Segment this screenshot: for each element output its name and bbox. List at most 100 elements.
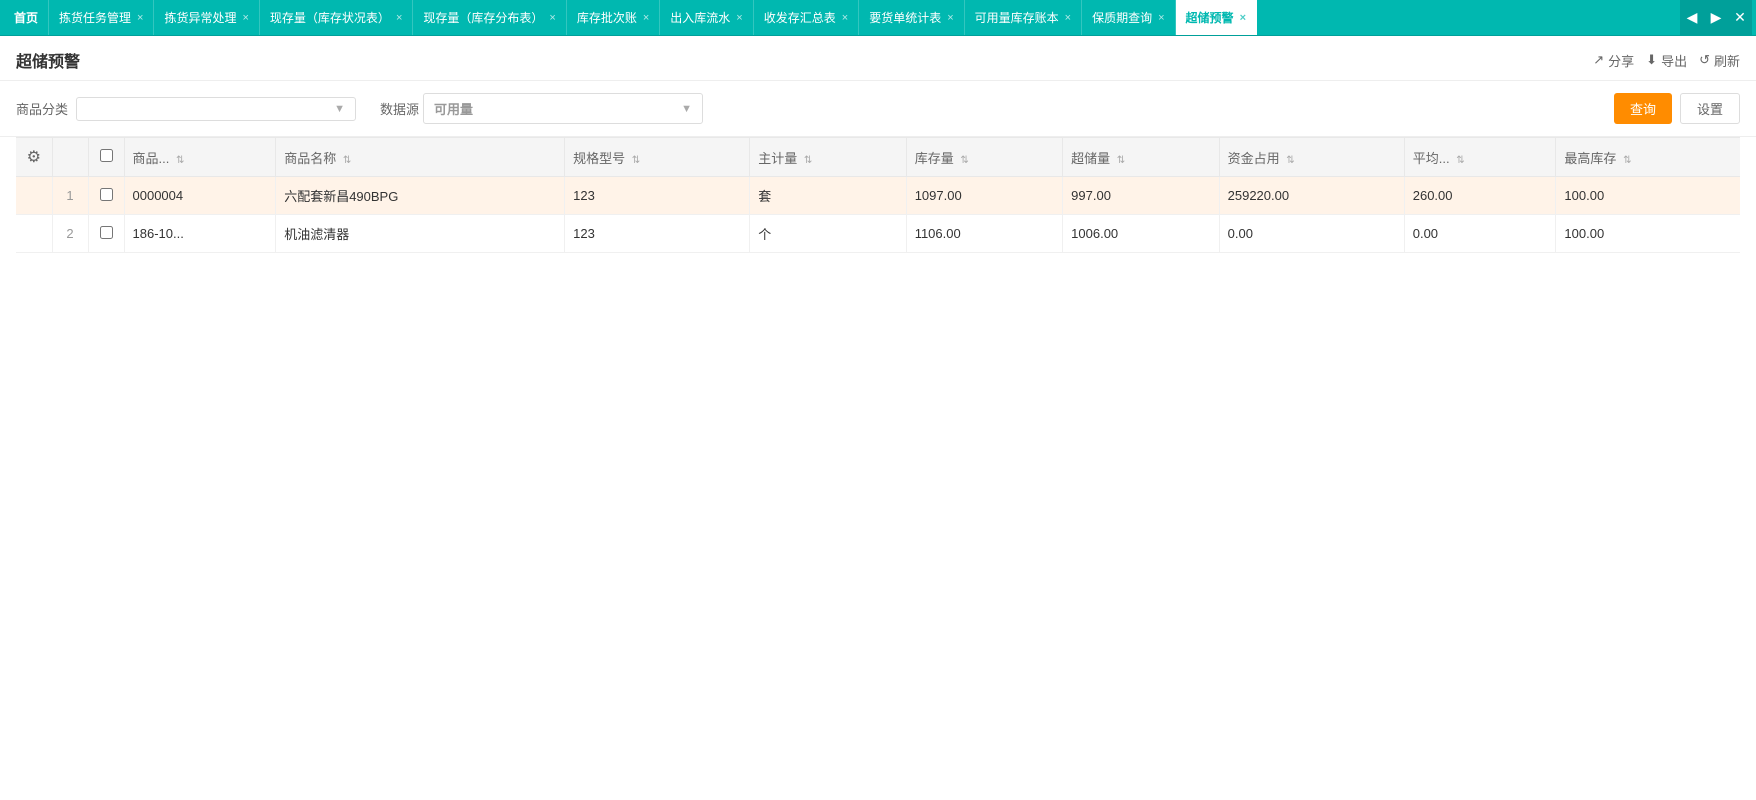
datasource-label: 数据源 xyxy=(380,99,419,118)
nav-tab-order-stat-close[interactable]: × xyxy=(947,12,953,24)
nav-tab-avail-account-close[interactable]: × xyxy=(1065,12,1071,24)
refresh-button[interactable]: ↺ 刷新 xyxy=(1699,51,1740,70)
nav-tab-inout-label: 出入库流水 xyxy=(670,9,730,26)
overstock-table: ⚙ 商品... ⇅ 商品名称 ⇅ 规格型号 xyxy=(16,137,1740,253)
td-avg: 260.00 xyxy=(1404,177,1556,215)
refresh-icon: ↺ xyxy=(1699,52,1710,68)
td-avg: 0.00 xyxy=(1404,215,1556,253)
nav-tab-task-label: 拣货任务管理 xyxy=(59,9,131,26)
export-label: 导出 xyxy=(1661,51,1687,70)
th-spec-sort-icon[interactable]: ⇅ xyxy=(632,155,640,166)
th-sku-code: 商品... ⇅ xyxy=(124,138,276,177)
nav-tab-home-label: 首页 xyxy=(14,9,38,26)
nav-tab-quality[interactable]: 保质期查询 × xyxy=(1082,0,1175,36)
nav-tab-inventory-dist-label: 现存量（库存分布表） xyxy=(423,9,543,26)
th-avg-sort-icon[interactable]: ⇅ xyxy=(1456,155,1464,166)
td-sku-code: 0000004 xyxy=(124,177,276,215)
nav-close-all-button[interactable]: ✕ xyxy=(1728,0,1752,36)
table-header-row: ⚙ 商品... ⇅ 商品名称 ⇅ 规格型号 xyxy=(16,138,1740,177)
query-button[interactable]: 查询 xyxy=(1614,93,1672,124)
nav-tab-abnormal-label: 拣货异常处理 xyxy=(164,9,236,26)
td-rownum: 2 xyxy=(52,215,88,253)
th-avg-label: 平均... xyxy=(1413,151,1450,166)
table-row: 1 0000004 六配套新昌490BPG 123 套 1097.00 997.… xyxy=(16,177,1740,215)
nav-tab-inventory-status[interactable]: 现存量（库存状况表） × xyxy=(260,0,413,36)
table-body: 1 0000004 六配套新昌490BPG 123 套 1097.00 997.… xyxy=(16,177,1740,253)
datasource-select-arrow-icon: ▼ xyxy=(681,103,692,115)
nav-next-button[interactable]: ▶ xyxy=(1704,0,1728,36)
th-sku-code-label: 商品... xyxy=(133,151,170,166)
nav-tab-collect-close[interactable]: × xyxy=(842,12,848,24)
nav-tab-overstock[interactable]: 超储预警 × xyxy=(1176,0,1257,36)
settings-button[interactable]: 设置 xyxy=(1680,93,1740,124)
category-filter-label: 商品分类 xyxy=(16,99,68,118)
td-capital: 0.00 xyxy=(1219,215,1404,253)
datasource-select[interactable]: 可用量 ▼ xyxy=(423,93,703,124)
category-select-arrow-icon: ▼ xyxy=(334,103,345,115)
th-unit-sort-icon[interactable]: ⇅ xyxy=(804,155,812,166)
td-sku-code: 186-10... xyxy=(124,215,276,253)
nav-tab-abnormal[interactable]: 拣货异常处理 × xyxy=(154,0,259,36)
th-max-stock-label: 最高库存 xyxy=(1564,151,1616,166)
nav-tab-home[interactable]: 首页 xyxy=(4,0,49,36)
td-check xyxy=(88,177,124,215)
row-checkbox-1[interactable] xyxy=(100,188,113,201)
td-max-stock: 100.00 xyxy=(1556,177,1740,215)
top-navigation: 首页 拣货任务管理 × 拣货异常处理 × 现存量（库存状况表） × 现存量（库存… xyxy=(0,0,1756,36)
nav-tab-inventory-status-close[interactable]: × xyxy=(396,12,402,24)
td-max-stock: 100.00 xyxy=(1556,215,1740,253)
page-header: 超储预警 ↗ 分享 ⬇ 导出 ↺ 刷新 xyxy=(0,36,1756,81)
page-content: 超储预警 ↗ 分享 ⬇ 导出 ↺ 刷新 商品分类 ▼ 数据源 xyxy=(0,36,1756,800)
nav-tab-quality-close[interactable]: × xyxy=(1158,12,1164,24)
nav-tab-inout-close[interactable]: × xyxy=(736,12,742,24)
page-title: 超储预警 xyxy=(16,48,80,72)
refresh-label: 刷新 xyxy=(1714,51,1740,70)
th-overstock-sort-icon[interactable]: ⇅ xyxy=(1117,155,1125,166)
export-icon: ⬇ xyxy=(1646,52,1657,68)
th-sku-code-sort-icon[interactable]: ⇅ xyxy=(176,155,184,166)
th-max-stock: 最高库存 ⇅ xyxy=(1556,138,1740,177)
nav-tab-task[interactable]: 拣货任务管理 × xyxy=(49,0,154,36)
nav-tab-batch-label: 库存批次账 xyxy=(577,9,637,26)
th-stock-label: 库存量 xyxy=(915,151,954,166)
th-unit: 主计量 ⇅ xyxy=(750,138,906,177)
th-capital-sort-icon[interactable]: ⇅ xyxy=(1286,155,1294,166)
td-gear xyxy=(16,215,52,253)
table-row: 2 186-10... 机油滤清器 123 个 1106.00 1006.00 … xyxy=(16,215,1740,253)
td-overstock: 1006.00 xyxy=(1063,215,1219,253)
category-select[interactable]: ▼ xyxy=(76,97,356,121)
select-all-checkbox[interactable] xyxy=(100,149,113,162)
export-button[interactable]: ⬇ 导出 xyxy=(1646,51,1687,70)
th-capital-label: 资金占用 xyxy=(1228,151,1280,166)
nav-tab-task-close[interactable]: × xyxy=(137,12,143,24)
column-settings-button[interactable]: ⚙ xyxy=(27,147,41,167)
th-spec-label: 规格型号 xyxy=(573,151,625,166)
td-check xyxy=(88,215,124,253)
th-spec: 规格型号 ⇅ xyxy=(565,138,750,177)
th-stock-sort-icon[interactable]: ⇅ xyxy=(960,155,968,166)
nav-tab-inout[interactable]: 出入库流水 × xyxy=(660,0,753,36)
td-capital: 259220.00 xyxy=(1219,177,1404,215)
th-sku-name-sort-icon[interactable]: ⇅ xyxy=(343,155,351,166)
nav-tab-batch-close[interactable]: × xyxy=(643,12,649,24)
share-label: 分享 xyxy=(1608,51,1634,70)
nav-tab-overstock-close[interactable]: × xyxy=(1240,12,1246,24)
datasource-filter-item: 数据源 可用量 ▼ xyxy=(380,93,703,124)
nav-tab-inventory-dist[interactable]: 现存量（库存分布表） × xyxy=(413,0,566,36)
th-avg: 平均... ⇅ xyxy=(1404,138,1556,177)
nav-tab-inventory-dist-close[interactable]: × xyxy=(549,12,555,24)
th-overstock: 超储量 ⇅ xyxy=(1063,138,1219,177)
nav-tab-avail-account[interactable]: 可用量库存账本 × xyxy=(965,0,1082,36)
share-button[interactable]: ↗ 分享 xyxy=(1593,51,1634,70)
th-stock: 库存量 ⇅ xyxy=(906,138,1062,177)
nav-tab-overstock-label: 超储预警 xyxy=(1186,9,1234,26)
th-sku-name: 商品名称 ⇅ xyxy=(276,138,565,177)
nav-tab-abnormal-close[interactable]: × xyxy=(242,12,248,24)
nav-prev-button[interactable]: ◀ xyxy=(1680,0,1704,36)
th-max-stock-sort-icon[interactable]: ⇅ xyxy=(1623,155,1631,166)
row-checkbox-2[interactable] xyxy=(100,226,113,239)
nav-tab-batch[interactable]: 库存批次账 × xyxy=(567,0,660,36)
nav-tab-collect[interactable]: 收发存汇总表 × xyxy=(754,0,859,36)
nav-tab-order-stat[interactable]: 要货单统计表 × xyxy=(859,0,964,36)
nav-tab-order-stat-label: 要货单统计表 xyxy=(869,9,941,26)
